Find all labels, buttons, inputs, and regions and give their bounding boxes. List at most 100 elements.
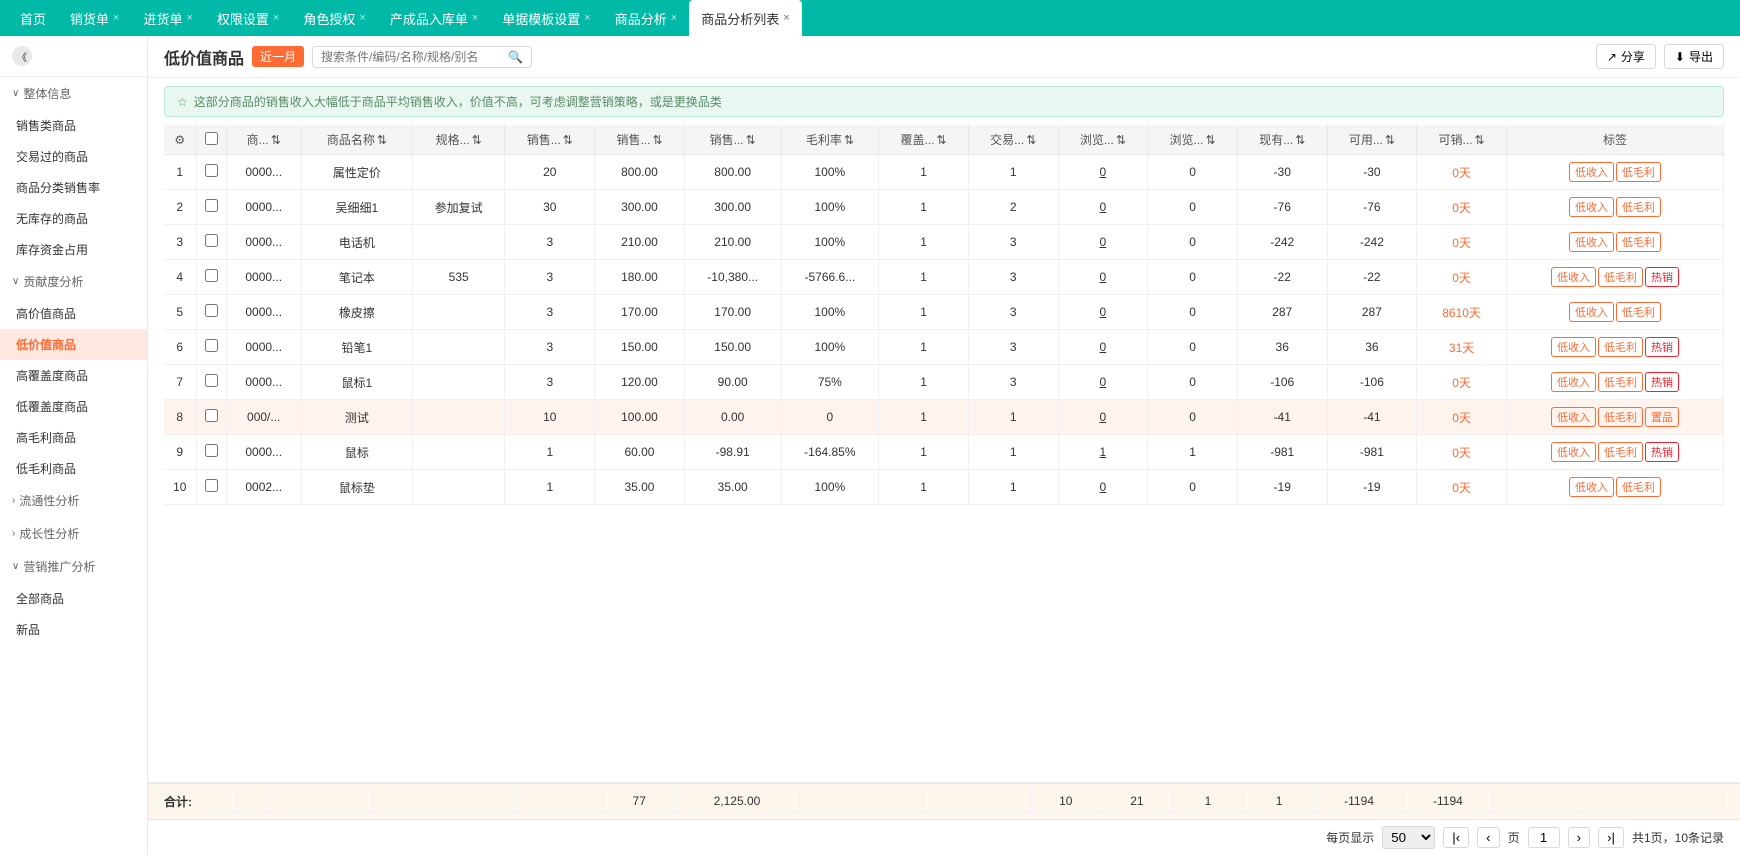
nav-analysis[interactable]: 商品分析× bbox=[603, 0, 689, 36]
col-spec[interactable]: 规格... ⇅ bbox=[412, 125, 505, 155]
col-view1[interactable]: 浏览... ⇅ bbox=[1058, 125, 1148, 155]
date-filter-btn[interactable]: 近一月 bbox=[252, 46, 304, 67]
nav-purchase[interactable]: 进货单× bbox=[131, 0, 204, 36]
view1-link[interactable]: 1 bbox=[1100, 445, 1107, 459]
group-growth[interactable]: › 成长性分析 bbox=[0, 517, 147, 550]
row-checkbox[interactable] bbox=[205, 479, 218, 492]
next-page-btn[interactable]: › bbox=[1568, 827, 1590, 848]
row-view1[interactable]: 0 bbox=[1058, 295, 1148, 330]
col-code[interactable]: 商... ⇅ bbox=[226, 125, 301, 155]
share-btn[interactable]: ↗ 分享 bbox=[1596, 44, 1656, 69]
view1-link[interactable]: 0 bbox=[1100, 200, 1107, 214]
sidebar-item-high-margin[interactable]: 高毛利商品 bbox=[0, 422, 147, 453]
col-checkbox[interactable] bbox=[196, 125, 226, 155]
row-checkbox-cell[interactable] bbox=[196, 155, 226, 190]
col-gross-margin[interactable]: 毛利率 ⇅ bbox=[781, 125, 879, 155]
sidebar-collapse-btn[interactable]: 《 bbox=[12, 46, 32, 66]
row-checkbox[interactable] bbox=[205, 409, 218, 422]
nav-home[interactable]: 首页 bbox=[8, 0, 58, 36]
row-checkbox-cell[interactable] bbox=[196, 330, 226, 365]
view1-link[interactable]: 0 bbox=[1100, 165, 1107, 179]
row-checkbox[interactable] bbox=[205, 164, 218, 177]
col-available[interactable]: 可用... ⇅ bbox=[1327, 125, 1417, 155]
row-view1[interactable]: 0 bbox=[1058, 155, 1148, 190]
search-input[interactable] bbox=[321, 50, 504, 64]
col-sale-qty[interactable]: 销售... ⇅ bbox=[505, 125, 595, 155]
tag: 低收入 bbox=[1569, 232, 1614, 252]
col-view2[interactable]: 浏览... ⇅ bbox=[1148, 125, 1238, 155]
row-checkbox-cell[interactable] bbox=[196, 470, 226, 505]
group-contribution[interactable]: ∨ 贡献度分析 bbox=[0, 265, 147, 298]
group-liquidity[interactable]: › 流通性分析 bbox=[0, 484, 147, 517]
row-checkbox-cell[interactable] bbox=[196, 260, 226, 295]
row-view1[interactable]: 0 bbox=[1058, 470, 1148, 505]
nav-analysis-list[interactable]: 商品分析列表× bbox=[689, 0, 801, 36]
col-sale-cost[interactable]: 销售... ⇅ bbox=[684, 125, 781, 155]
row-checkbox-cell[interactable] bbox=[196, 295, 226, 330]
col-saleable[interactable]: 可销... ⇅ bbox=[1417, 125, 1507, 155]
row-checkbox[interactable] bbox=[205, 234, 218, 247]
view1-link[interactable]: 0 bbox=[1100, 480, 1107, 494]
prev-page-btn[interactable]: ‹ bbox=[1477, 827, 1499, 848]
view1-link[interactable]: 0 bbox=[1100, 270, 1107, 284]
nav-role[interactable]: 角色授权× bbox=[291, 0, 377, 36]
view1-link[interactable]: 0 bbox=[1100, 410, 1107, 424]
sidebar-item-all-goods[interactable]: 全部商品 bbox=[0, 583, 147, 614]
table-container[interactable]: ⚙ 商... ⇅ 商品名称 ⇅ 规格... ⇅ 销售... ⇅ 销售... ⇅ … bbox=[148, 125, 1740, 782]
col-sale-amount[interactable]: 销售... ⇅ bbox=[595, 125, 685, 155]
group-marketing[interactable]: ∨ 营销推广分析 bbox=[0, 550, 147, 583]
sidebar-item-low-margin[interactable]: 低毛利商品 bbox=[0, 453, 147, 484]
row-view1[interactable]: 0 bbox=[1058, 330, 1148, 365]
row-view1[interactable]: 1 bbox=[1058, 435, 1148, 470]
page-size-select[interactable]: 50 100 200 bbox=[1382, 826, 1435, 849]
sidebar-item-sales-goods[interactable]: 销售类商品 bbox=[0, 110, 147, 141]
col-current-stock[interactable]: 现有... ⇅ bbox=[1237, 125, 1327, 155]
nav-template[interactable]: 单据模板设置× bbox=[490, 0, 602, 36]
row-checkbox-cell[interactable] bbox=[196, 365, 226, 400]
row-checkbox[interactable] bbox=[205, 339, 218, 352]
col-trade[interactable]: 交易... ⇅ bbox=[968, 125, 1058, 155]
sidebar-item-traded[interactable]: 交易过的商品 bbox=[0, 141, 147, 172]
nav-perm[interactable]: 权限设置× bbox=[205, 0, 291, 36]
sidebar-item-new-goods[interactable]: 新品 bbox=[0, 614, 147, 645]
row-checkbox-cell[interactable] bbox=[196, 225, 226, 260]
nav-product-in[interactable]: 产成品入库单× bbox=[378, 0, 490, 36]
row-checkbox[interactable] bbox=[205, 199, 218, 212]
row-checkbox[interactable] bbox=[205, 269, 218, 282]
sidebar-item-stock-capital[interactable]: 库存资金占用 bbox=[0, 234, 147, 265]
select-all-checkbox[interactable] bbox=[205, 132, 218, 145]
row-view1[interactable]: 0 bbox=[1058, 260, 1148, 295]
export-btn[interactable]: ⬇ 导出 bbox=[1664, 44, 1724, 69]
page-number-input[interactable] bbox=[1528, 827, 1560, 848]
sidebar-item-high-value[interactable]: 高价值商品 bbox=[0, 298, 147, 329]
sidebar-item-category-rate[interactable]: 商品分类销售率 bbox=[0, 172, 147, 203]
row-view1[interactable]: 0 bbox=[1058, 225, 1148, 260]
last-page-btn[interactable]: ›| bbox=[1598, 827, 1624, 848]
view1-link[interactable]: 0 bbox=[1100, 235, 1107, 249]
row-checkbox-cell[interactable] bbox=[196, 400, 226, 435]
tag: 低收入 bbox=[1551, 267, 1596, 287]
sidebar-item-high-coverage[interactable]: 高覆盖度商品 bbox=[0, 360, 147, 391]
col-coverage[interactable]: 覆盖... ⇅ bbox=[879, 125, 969, 155]
col-name[interactable]: 商品名称 ⇅ bbox=[301, 125, 412, 155]
col-settings[interactable]: ⚙ bbox=[164, 125, 196, 155]
row-checkbox[interactable] bbox=[205, 374, 218, 387]
row-view1[interactable]: 0 bbox=[1058, 400, 1148, 435]
row-code: 0000... bbox=[226, 435, 301, 470]
first-page-btn[interactable]: |‹ bbox=[1443, 827, 1469, 848]
row-view1[interactable]: 0 bbox=[1058, 190, 1148, 225]
row-checkbox[interactable] bbox=[205, 304, 218, 317]
sidebar-item-low-coverage[interactable]: 低覆盖度商品 bbox=[0, 391, 147, 422]
row-checkbox-cell[interactable] bbox=[196, 190, 226, 225]
group-overall[interactable]: ∨ 整体信息 bbox=[0, 77, 147, 110]
search-box[interactable]: 🔍 bbox=[312, 46, 532, 68]
view1-link[interactable]: 0 bbox=[1100, 305, 1107, 319]
sidebar-item-low-value[interactable]: 低价值商品 bbox=[0, 329, 147, 360]
sidebar-item-no-stock[interactable]: 无库存的商品 bbox=[0, 203, 147, 234]
view1-link[interactable]: 0 bbox=[1100, 340, 1107, 354]
row-checkbox-cell[interactable] bbox=[196, 435, 226, 470]
view1-link[interactable]: 0 bbox=[1100, 375, 1107, 389]
nav-sales[interactable]: 销货单× bbox=[58, 0, 131, 36]
row-view1[interactable]: 0 bbox=[1058, 365, 1148, 400]
row-checkbox[interactable] bbox=[205, 444, 218, 457]
